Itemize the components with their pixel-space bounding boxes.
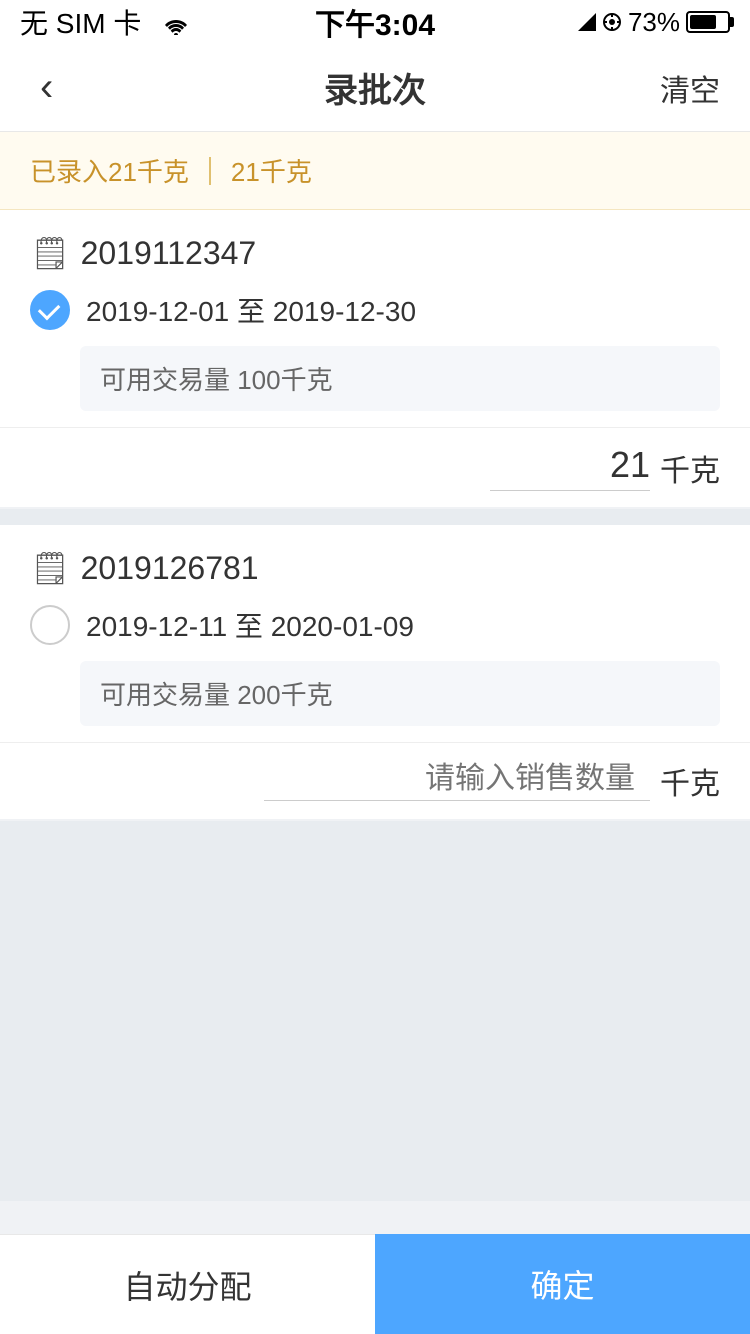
batch2-date: 2019-12-11 至 2020-01-09 — [86, 605, 414, 645]
batch2-icon: 🗒 — [30, 549, 71, 587]
batch2-available-qty: 可用交易量 200千克 — [80, 661, 720, 726]
batch2-radio[interactable] — [30, 605, 70, 645]
page-title: 录批次 — [324, 63, 426, 112]
status-bar: 无 SIM 卡 下午3:04 73% — [0, 0, 750, 44]
batch1-quantity-underline: 21 — [490, 444, 650, 491]
back-button[interactable]: ‹ — [30, 55, 63, 120]
batch1-radio[interactable] — [30, 290, 70, 330]
batch2-input-row[interactable]: 千克 — [0, 742, 750, 819]
status-right: 73% — [578, 7, 730, 38]
batch-item-1: 🗒 2019112347 2019-12-01 至 2019-12-30 可用交… — [0, 210, 750, 507]
battery-percent: 73% — [628, 7, 680, 38]
batch1-quantity-value: 21 — [610, 444, 650, 485]
confirm-button[interactable]: 确定 — [375, 1234, 750, 1334]
status-left: 无 SIM 卡 — [20, 2, 187, 42]
total-label: 21千克 — [231, 152, 312, 189]
batch1-available-qty: 可用交易量 100千克 — [80, 346, 720, 411]
batch1-number: 2019112347 — [81, 235, 257, 272]
clear-button[interactable]: 清空 — [660, 66, 720, 110]
batch1-icon: 🗒 — [30, 234, 71, 272]
batch2-date-row[interactable]: 2019-12-11 至 2020-01-09 — [0, 597, 750, 653]
batch2-header: 🗒 2019126781 — [0, 525, 750, 597]
batch1-header: 🗒 2019112347 — [0, 210, 750, 282]
status-time: 下午3:04 — [315, 0, 435, 44]
section-separator — [0, 509, 750, 525]
batch2-input-underline — [264, 762, 650, 801]
battery-icon — [686, 11, 730, 33]
info-banner: 已录入21千克 21千克 — [0, 132, 750, 210]
batch1-date-row[interactable]: 2019-12-01 至 2019-12-30 — [0, 282, 750, 338]
batch2-number: 2019126781 — [81, 550, 259, 587]
batch2-unit: 千克 — [660, 759, 720, 803]
batch1-date: 2019-12-01 至 2019-12-30 — [86, 290, 416, 330]
batch1-unit: 千克 — [660, 446, 720, 490]
info-divider — [209, 157, 211, 185]
recorded-label: 已录入21千克 — [30, 152, 189, 189]
sales-quantity-input[interactable] — [264, 762, 650, 796]
empty-area — [0, 821, 750, 1201]
batch1-quantity-row: 21 千克 — [0, 427, 750, 507]
batch-item-2: 🗒 2019126781 2019-12-11 至 2020-01-09 可用交… — [0, 525, 750, 819]
nav-bar: ‹ 录批次 清空 — [0, 44, 750, 132]
auto-distribute-button[interactable]: 自动分配 — [0, 1234, 375, 1334]
bottom-bar: 自动分配 确定 — [0, 1234, 750, 1334]
